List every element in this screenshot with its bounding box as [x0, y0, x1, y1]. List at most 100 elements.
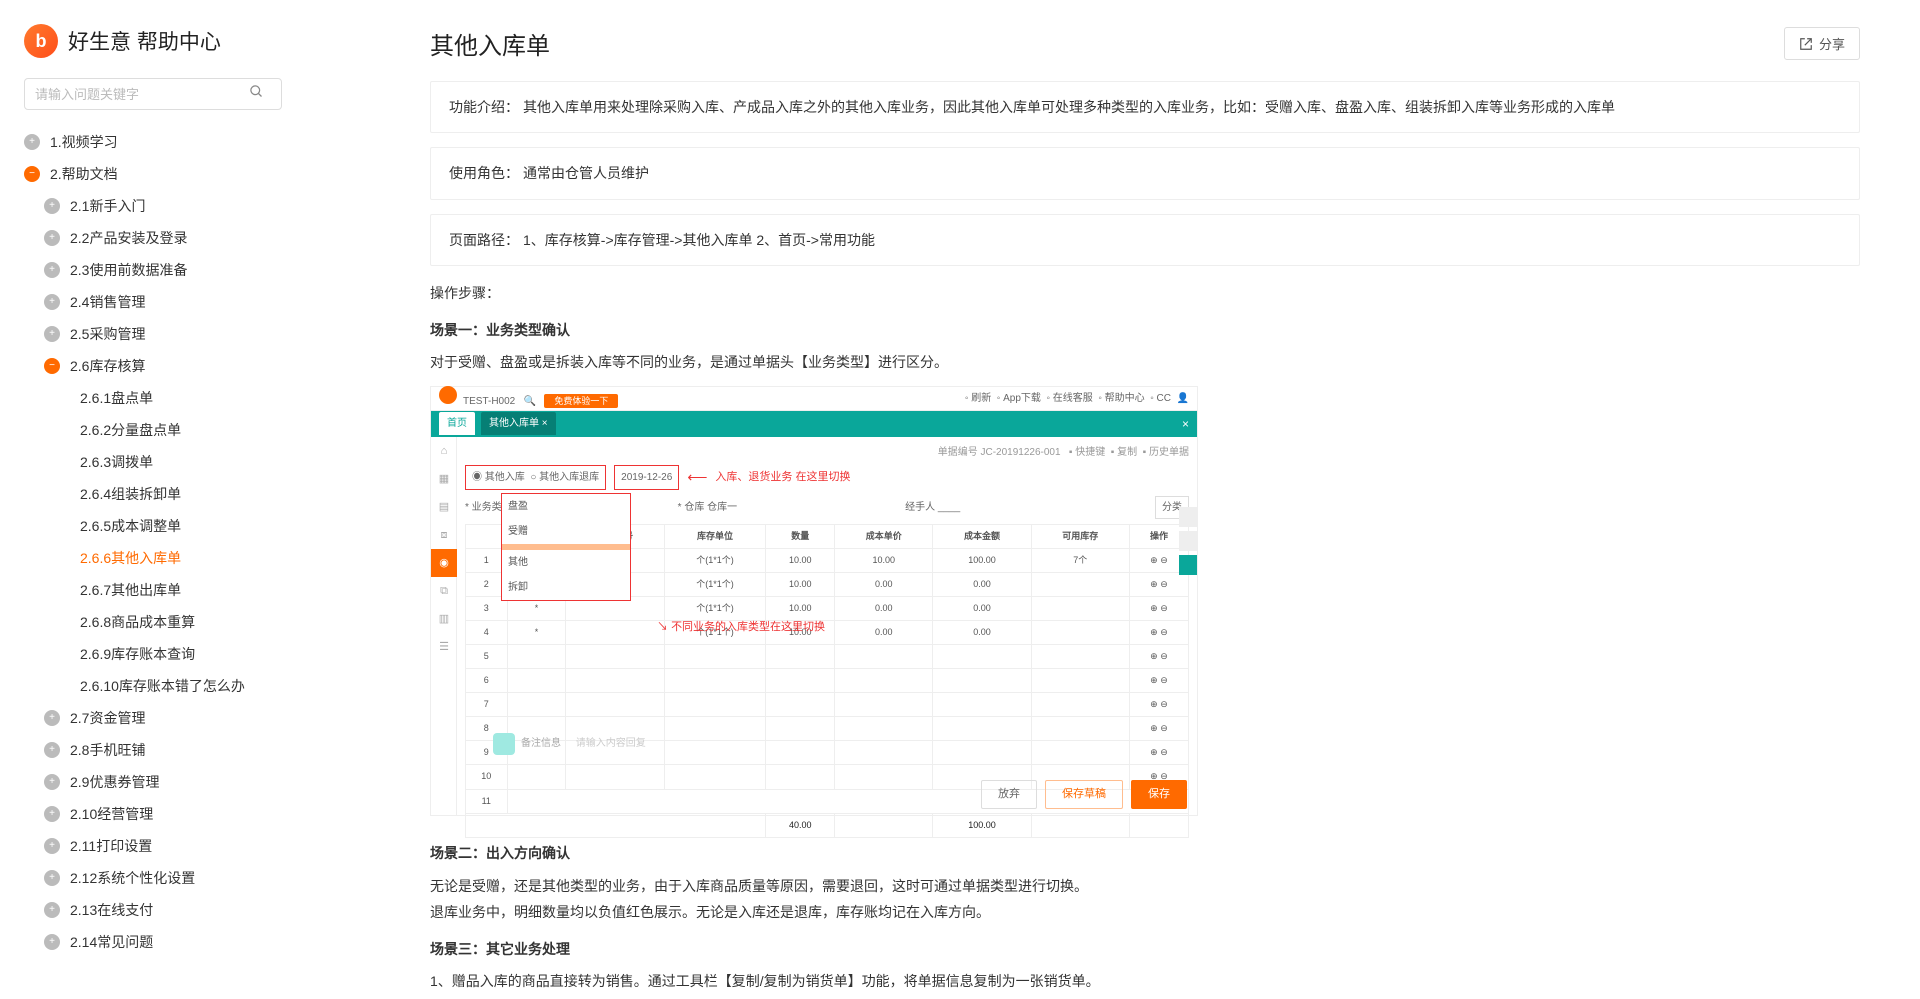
- sidebar-item[interactable]: 2.6.7其他出库单: [24, 574, 290, 606]
- shot-billno-label: 单据编号: [938, 447, 978, 458]
- sidebar-item-label: 2.8手机旺铺: [70, 734, 145, 766]
- sidebar-item[interactable]: −2.6库存核算: [24, 350, 290, 382]
- shot-tab-doc: 其他入库单 ×: [481, 412, 556, 435]
- plus-icon: +: [44, 710, 60, 726]
- sidebar-item-label: 2.6.8商品成本重算: [80, 606, 195, 638]
- shot-annot1: 入库、退货业务 在这里切换: [715, 467, 850, 488]
- shot-wh-label: 仓库: [684, 502, 704, 513]
- shot-body: 单据编号 JC-20191226-001 ▪ 快捷键 ▪ 复制 ▪ 历史单据 ◉…: [457, 437, 1197, 815]
- search-input[interactable]: [24, 78, 282, 110]
- page-title: 其他入库单: [430, 26, 550, 61]
- steps-section: 操作步骤： 场景一：业务类型确认 对于受赠、盘盈或是拆装入库等不同的业务，是通过…: [430, 280, 1860, 995]
- shot-handler-label: 经手人: [905, 502, 935, 513]
- sidebar-item-label: 2.1新手入门: [70, 190, 145, 222]
- sidebar-item[interactable]: +2.11打印设置: [24, 830, 290, 862]
- main: 其他入库单 分享 功能介绍：其他入库单用来处理除采购入库、产成品入库之外的其他入…: [310, 0, 1920, 999]
- sidebar-item[interactable]: +2.1新手入门: [24, 190, 290, 222]
- sidebar-item[interactable]: +2.3使用前数据准备: [24, 254, 290, 286]
- scene2-title: 场景二：出入方向确认: [430, 840, 1860, 867]
- sidebar-item[interactable]: 2.6.5成本调整单: [24, 510, 290, 542]
- sidebar-item[interactable]: +2.12系统个性化设置: [24, 862, 290, 894]
- sidebar-item-label: 1.视频学习: [50, 126, 118, 158]
- sidebar-item[interactable]: +2.13在线支付: [24, 894, 290, 926]
- sidebar-item[interactable]: 2.6.9库存账本查询: [24, 638, 290, 670]
- shot-date: 2019-12-26: [614, 465, 679, 490]
- sidebar-item-label: 2.6.5成本调整单: [80, 510, 181, 542]
- sidebar: b 好生意 帮助中心 +1.视频学习−2.帮助文档+2.1新手入门+2.2产品安…: [0, 0, 310, 999]
- sidebar-item-label: 2.6.9库存账本查询: [80, 638, 195, 670]
- sidebar-item[interactable]: 2.6.3调拨单: [24, 446, 290, 478]
- sidebar-item-label: 2.11打印设置: [70, 830, 152, 862]
- sidebar-item[interactable]: 2.6.4组装拆卸单: [24, 478, 290, 510]
- sidebar-item[interactable]: +2.10经营管理: [24, 798, 290, 830]
- share-button[interactable]: 分享: [1784, 27, 1860, 60]
- minus-icon: −: [24, 166, 40, 182]
- scene2-line1: 无论是受赠，还是其他类型的业务，由于入库商品质量等原因，需要退回，这时可通过单据…: [430, 873, 1860, 900]
- sidebar-item-label: 2.6.7其他出库单: [80, 574, 181, 606]
- scene3-title: 场景三：其它业务处理: [430, 936, 1860, 963]
- sidebar-item[interactable]: +2.8手机旺铺: [24, 734, 290, 766]
- sidebar-item-label: 2.6库存核算: [70, 350, 145, 382]
- shot-logo-icon: [439, 386, 457, 404]
- plus-icon: +: [44, 230, 60, 246]
- sidebar-item[interactable]: +2.5采购管理: [24, 318, 290, 350]
- plus-icon: +: [44, 262, 60, 278]
- sidebar-item[interactable]: 2.6.6其他入库单: [24, 542, 290, 574]
- shot-kind1: ◉ 其他入库 ○ 其他入库退库: [465, 465, 606, 490]
- shot-btn-cancel: 放弃: [981, 780, 1037, 809]
- page-title-row: 其他入库单 分享: [430, 26, 1860, 61]
- sidebar-item[interactable]: +2.14常见问题: [24, 926, 290, 958]
- share-icon: [1799, 37, 1813, 51]
- search-button[interactable]: [249, 84, 264, 102]
- sidebar-item-label: 2.3使用前数据准备: [70, 254, 187, 286]
- sidebar-item[interactable]: +2.2产品安装及登录: [24, 222, 290, 254]
- minus-icon: −: [44, 358, 60, 374]
- plus-icon: +: [44, 294, 60, 310]
- sidebar-menu: +1.视频学习−2.帮助文档+2.1新手入门+2.2产品安装及登录+2.3使用前…: [24, 126, 290, 958]
- sidebar-item-label: 2.6.1盘点单: [80, 382, 153, 414]
- sidebar-item[interactable]: 2.6.10库存账本错了怎么办: [24, 670, 290, 702]
- path-card: 页面路径：1、库存核算->库存管理->其他入库单 2、首页->常用功能: [430, 214, 1860, 266]
- plus-icon: +: [44, 838, 60, 854]
- shot-note: 备注信息 请输入内容回复: [493, 733, 646, 755]
- sidebar-item[interactable]: +2.9优惠券管理: [24, 766, 290, 798]
- search-icon: [249, 84, 264, 99]
- sidebar-item-label: 2.6.4组装拆卸单: [80, 478, 181, 510]
- plus-icon: +: [44, 326, 60, 342]
- plus-icon: +: [24, 134, 40, 150]
- shot-btn-draft: 保存草稿: [1045, 780, 1123, 809]
- sidebar-item[interactable]: 2.6.8商品成本重算: [24, 606, 290, 638]
- shot-tabbar: 首页 其他入库单 × ×: [431, 411, 1197, 437]
- shot-footer: 放弃 保存草稿 保存: [981, 780, 1187, 809]
- shot-arrow-icon: ⟵: [687, 464, 707, 491]
- shot-wh-value: 仓库一: [707, 502, 737, 513]
- sidebar-item-label: 2.12系统个性化设置: [70, 862, 195, 894]
- sidebar-item-label: 2.6.10库存账本错了怎么办: [80, 670, 245, 702]
- sidebar-item[interactable]: 2.6.2分量盘点单: [24, 414, 290, 446]
- scene1-title: 场景一：业务类型确认: [430, 317, 1860, 344]
- sidebar-item[interactable]: +1.视频学习: [24, 126, 290, 158]
- shot-type-dropdown: 盘盈受赠其他拆卸: [501, 493, 631, 601]
- sidebar-item-label: 2.帮助文档: [50, 158, 118, 190]
- role-card: 使用角色：通常由仓管人员维护: [430, 147, 1860, 199]
- search-wrap: [24, 78, 290, 110]
- role-text: 通常由仓管人员维护: [523, 165, 649, 181]
- scene2-line2: 退库业务中，明细数量均以负值红色展示。无论是入库还是退库，库存账均记在入库方向。: [430, 899, 1860, 926]
- path-label: 页面路径：: [449, 232, 519, 248]
- shot-tab-home: 首页: [439, 412, 475, 435]
- shot-free-btn: 免费体验一下: [544, 394, 618, 408]
- sidebar-item[interactable]: 2.6.1盘点单: [24, 382, 290, 414]
- shot-account: TEST-H002: [463, 396, 515, 407]
- sidebar-item-label: 2.6.2分量盘点单: [80, 414, 181, 446]
- sidebar-item-label: 2.7资金管理: [70, 702, 145, 734]
- sidebar-item[interactable]: +2.4销售管理: [24, 286, 290, 318]
- plus-icon: +: [44, 806, 60, 822]
- shot-annot2: ↘ 不同业务的入库类型在这里切换: [657, 617, 825, 638]
- sidebar-item-label: 2.10经营管理: [70, 798, 153, 830]
- sidebar-item[interactable]: +2.7资金管理: [24, 702, 290, 734]
- share-label: 分享: [1819, 34, 1845, 53]
- plus-icon: +: [44, 774, 60, 790]
- sidebar-item[interactable]: −2.帮助文档: [24, 158, 290, 190]
- plus-icon: +: [44, 198, 60, 214]
- op-label: 操作步骤：: [430, 280, 1860, 307]
